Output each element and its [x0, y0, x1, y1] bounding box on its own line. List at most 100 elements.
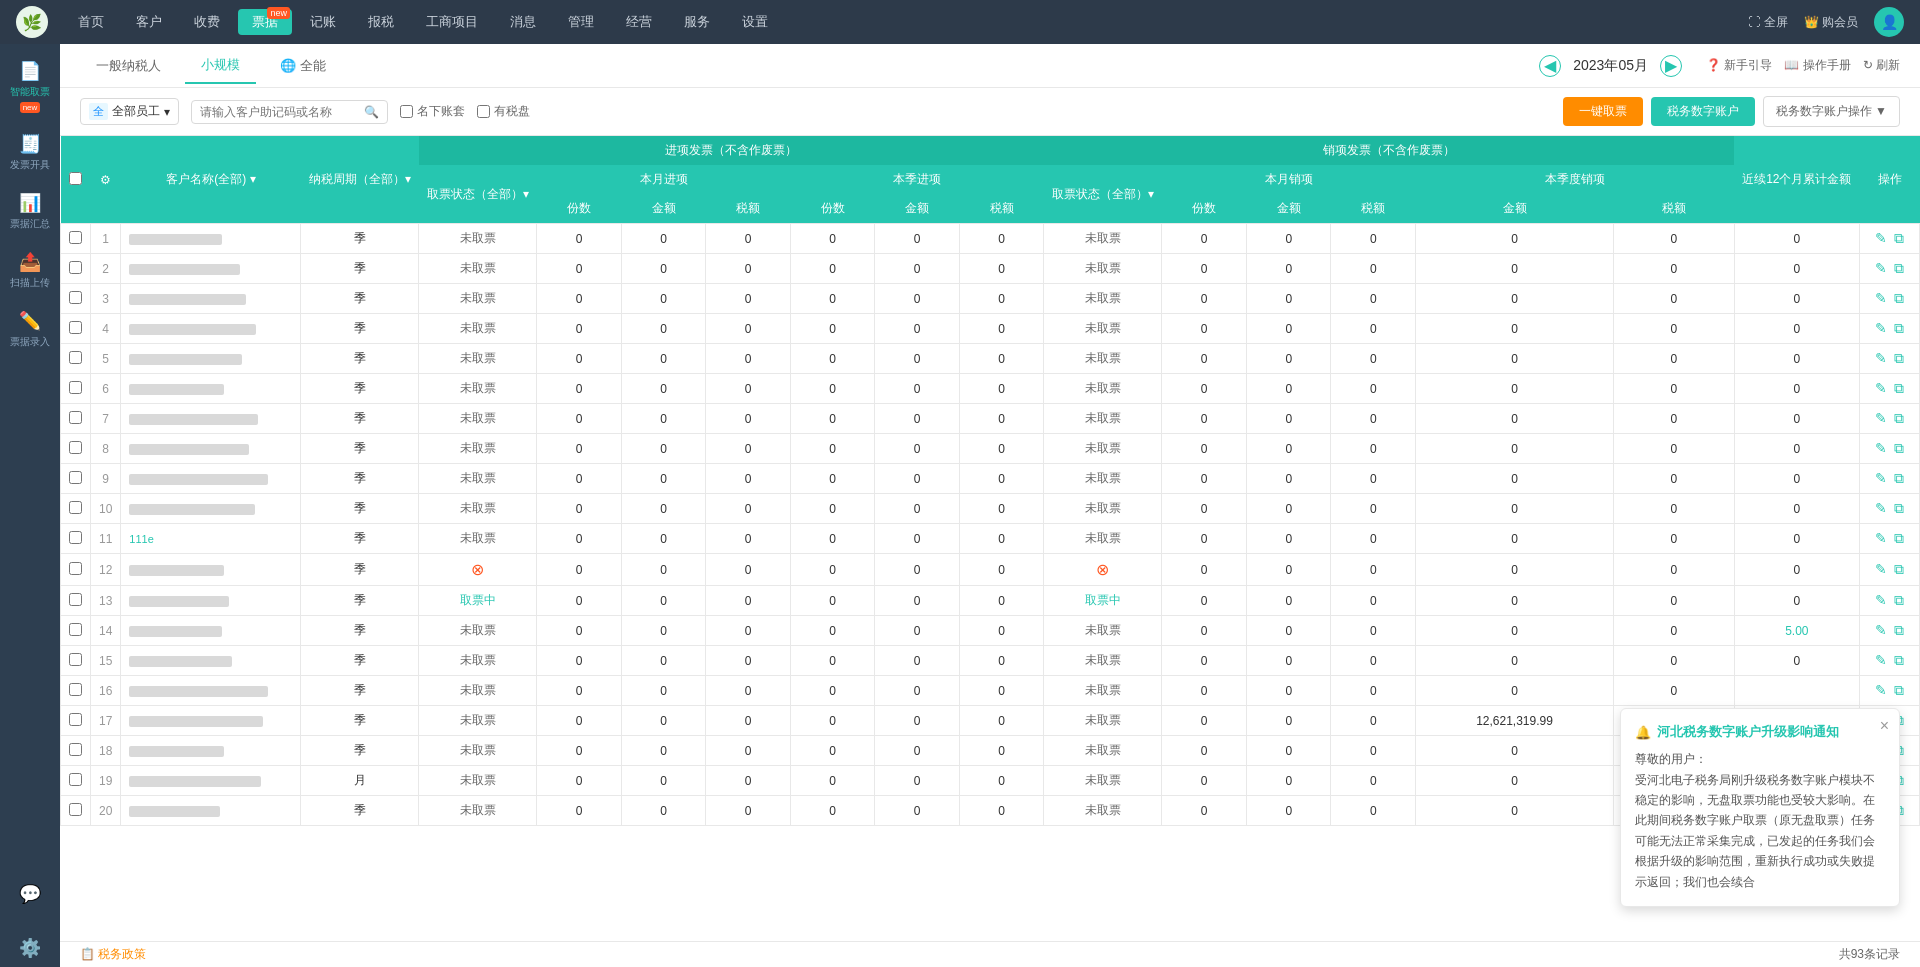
nav-message[interactable]: 消息 — [496, 9, 550, 35]
row-checkbox[interactable] — [69, 653, 82, 666]
edit-icon[interactable]: ✎ — [1875, 682, 1887, 698]
user-avatar[interactable]: 👤 — [1874, 7, 1904, 37]
row-checkbox[interactable] — [69, 593, 82, 606]
edit-icon[interactable]: ✎ — [1875, 592, 1887, 608]
edit-icon[interactable]: ✎ — [1875, 440, 1887, 456]
copy-icon[interactable]: ⧉ — [1894, 652, 1904, 668]
nav-invoice[interactable]: 票据 new — [238, 9, 292, 35]
copy-icon[interactable]: ⧉ — [1894, 530, 1904, 546]
tax-digital-button[interactable]: 税务数字账户 — [1651, 97, 1755, 126]
edit-icon[interactable]: ✎ — [1875, 350, 1887, 366]
nav-manage[interactable]: 管理 — [554, 9, 608, 35]
th-out-status[interactable]: 取票状态（全部）▾ — [1044, 165, 1162, 224]
copy-icon[interactable]: ⧉ — [1894, 470, 1904, 486]
sidebar-item-config[interactable]: ⚙️ — [2, 929, 58, 967]
copy-icon[interactable]: ⧉ — [1894, 500, 1904, 516]
copy-icon[interactable]: ⧉ — [1894, 561, 1904, 577]
period-prev[interactable]: ◀ — [1539, 55, 1561, 77]
edit-icon[interactable]: ✎ — [1875, 470, 1887, 486]
manual-button[interactable]: 📖 操作手册 — [1784, 57, 1850, 74]
tax-digital-op-button[interactable]: 税务数字账户操作 ▼ — [1763, 96, 1900, 127]
copy-icon[interactable]: ⧉ — [1894, 380, 1904, 396]
nav-service[interactable]: 服务 — [670, 9, 724, 35]
copy-icon[interactable]: ⧉ — [1894, 260, 1904, 276]
row-checkbox[interactable] — [69, 381, 82, 394]
search-input[interactable] — [200, 105, 360, 119]
customer-search[interactable]: 🔍 — [191, 100, 388, 124]
sidebar-item-scan[interactable]: 📤 扫描上传 — [2, 243, 58, 298]
member-button[interactable]: 👑 购会员 — [1804, 14, 1858, 31]
nav-home[interactable]: 首页 — [64, 9, 118, 35]
sidebar-item-smart-invoice[interactable]: 📄 智能取票 new — [2, 52, 58, 121]
tab-general[interactable]: 一般纳税人 — [80, 49, 177, 83]
notification-close[interactable]: × — [1880, 717, 1889, 735]
row-checkbox[interactable] — [69, 321, 82, 334]
nav-business[interactable]: 工商项目 — [412, 9, 492, 35]
tax-policy-link[interactable]: 📋 税务政策 — [80, 946, 146, 963]
select-all-checkbox[interactable] — [69, 172, 82, 185]
row-checkbox[interactable] — [69, 501, 82, 514]
copy-icon[interactable]: ⧉ — [1894, 320, 1904, 336]
edit-icon[interactable]: ✎ — [1875, 290, 1887, 306]
row-checkbox[interactable] — [69, 231, 82, 244]
edit-icon[interactable]: ✎ — [1875, 230, 1887, 246]
nav-customer[interactable]: 客户 — [122, 9, 176, 35]
sidebar-item-entry[interactable]: ✏️ 票据录入 — [2, 302, 58, 357]
nav-bookkeeping[interactable]: 记账 — [296, 9, 350, 35]
row-checkbox[interactable] — [69, 773, 82, 786]
copy-icon[interactable]: ⧉ — [1894, 682, 1904, 698]
edit-icon[interactable]: ✎ — [1875, 320, 1887, 336]
edit-icon[interactable]: ✎ — [1875, 410, 1887, 426]
one-click-button[interactable]: 一键取票 — [1563, 97, 1643, 126]
search-icon[interactable]: 🔍 — [364, 105, 379, 119]
taxdisk-checkbox[interactable]: 有税盘 — [477, 103, 530, 120]
edit-icon[interactable]: ✎ — [1875, 260, 1887, 276]
nav-tax[interactable]: 报税 — [354, 9, 408, 35]
tab-all[interactable]: 🌐 全能 — [264, 49, 342, 83]
nav-settings[interactable]: 设置 — [728, 9, 782, 35]
row-checkbox[interactable] — [69, 623, 82, 636]
edit-icon[interactable]: ✎ — [1875, 530, 1887, 546]
employee-filter[interactable]: 全 全部员工 ▾ — [80, 98, 179, 125]
row-checkbox[interactable] — [69, 351, 82, 364]
row-checkbox[interactable] — [69, 683, 82, 696]
row-checkbox[interactable] — [69, 441, 82, 454]
copy-icon[interactable]: ⧉ — [1894, 592, 1904, 608]
edit-icon[interactable]: ✎ — [1875, 622, 1887, 638]
th-in-status[interactable]: 取票状态（全部）▾ — [419, 165, 537, 224]
nav-operation[interactable]: 经营 — [612, 9, 666, 35]
taxdisk-check-input[interactable] — [477, 105, 490, 118]
row-checkbox[interactable] — [69, 291, 82, 304]
edit-icon[interactable]: ✎ — [1875, 380, 1887, 396]
accounts-check-input[interactable] — [400, 105, 413, 118]
accounts-checkbox[interactable]: 名下账套 — [400, 103, 465, 120]
copy-icon[interactable]: ⧉ — [1894, 230, 1904, 246]
refresh-button[interactable]: ↻ 刷新 — [1863, 57, 1900, 74]
copy-icon[interactable]: ⧉ — [1894, 440, 1904, 456]
row-checkbox[interactable] — [69, 562, 82, 575]
row-checkbox[interactable] — [69, 411, 82, 424]
nav-billing[interactable]: 收费 — [180, 9, 234, 35]
sidebar-item-chat[interactable]: 💬 — [2, 875, 58, 913]
guide-button[interactable]: ❓ 新手引导 — [1706, 57, 1772, 74]
copy-icon[interactable]: ⧉ — [1894, 410, 1904, 426]
th-tax-period[interactable]: 纳税周期（全部）▾ — [301, 136, 419, 224]
copy-icon[interactable]: ⧉ — [1894, 290, 1904, 306]
sidebar-item-summary[interactable]: 📊 票据汇总 — [2, 184, 58, 239]
row-checkbox[interactable] — [69, 471, 82, 484]
row-checkbox[interactable] — [69, 713, 82, 726]
row-checkbox[interactable] — [69, 743, 82, 756]
edit-icon[interactable]: ✎ — [1875, 561, 1887, 577]
tab-small-scale[interactable]: 小规模 — [185, 48, 256, 84]
sidebar-item-issue[interactable]: 🧾 发票开具 — [2, 125, 58, 180]
edit-icon[interactable]: ✎ — [1875, 652, 1887, 668]
row-checkbox[interactable] — [69, 531, 82, 544]
period-next[interactable]: ▶ — [1660, 55, 1682, 77]
copy-icon[interactable]: ⧉ — [1894, 350, 1904, 366]
fullscreen-button[interactable]: ⛶ 全屏 — [1748, 14, 1787, 31]
copy-icon[interactable]: ⧉ — [1894, 622, 1904, 638]
row-checkbox[interactable] — [69, 261, 82, 274]
edit-icon[interactable]: ✎ — [1875, 500, 1887, 516]
row-checkbox[interactable] — [69, 803, 82, 816]
th-customer-name[interactable]: 客户名称(全部) ▾ — [121, 136, 301, 224]
